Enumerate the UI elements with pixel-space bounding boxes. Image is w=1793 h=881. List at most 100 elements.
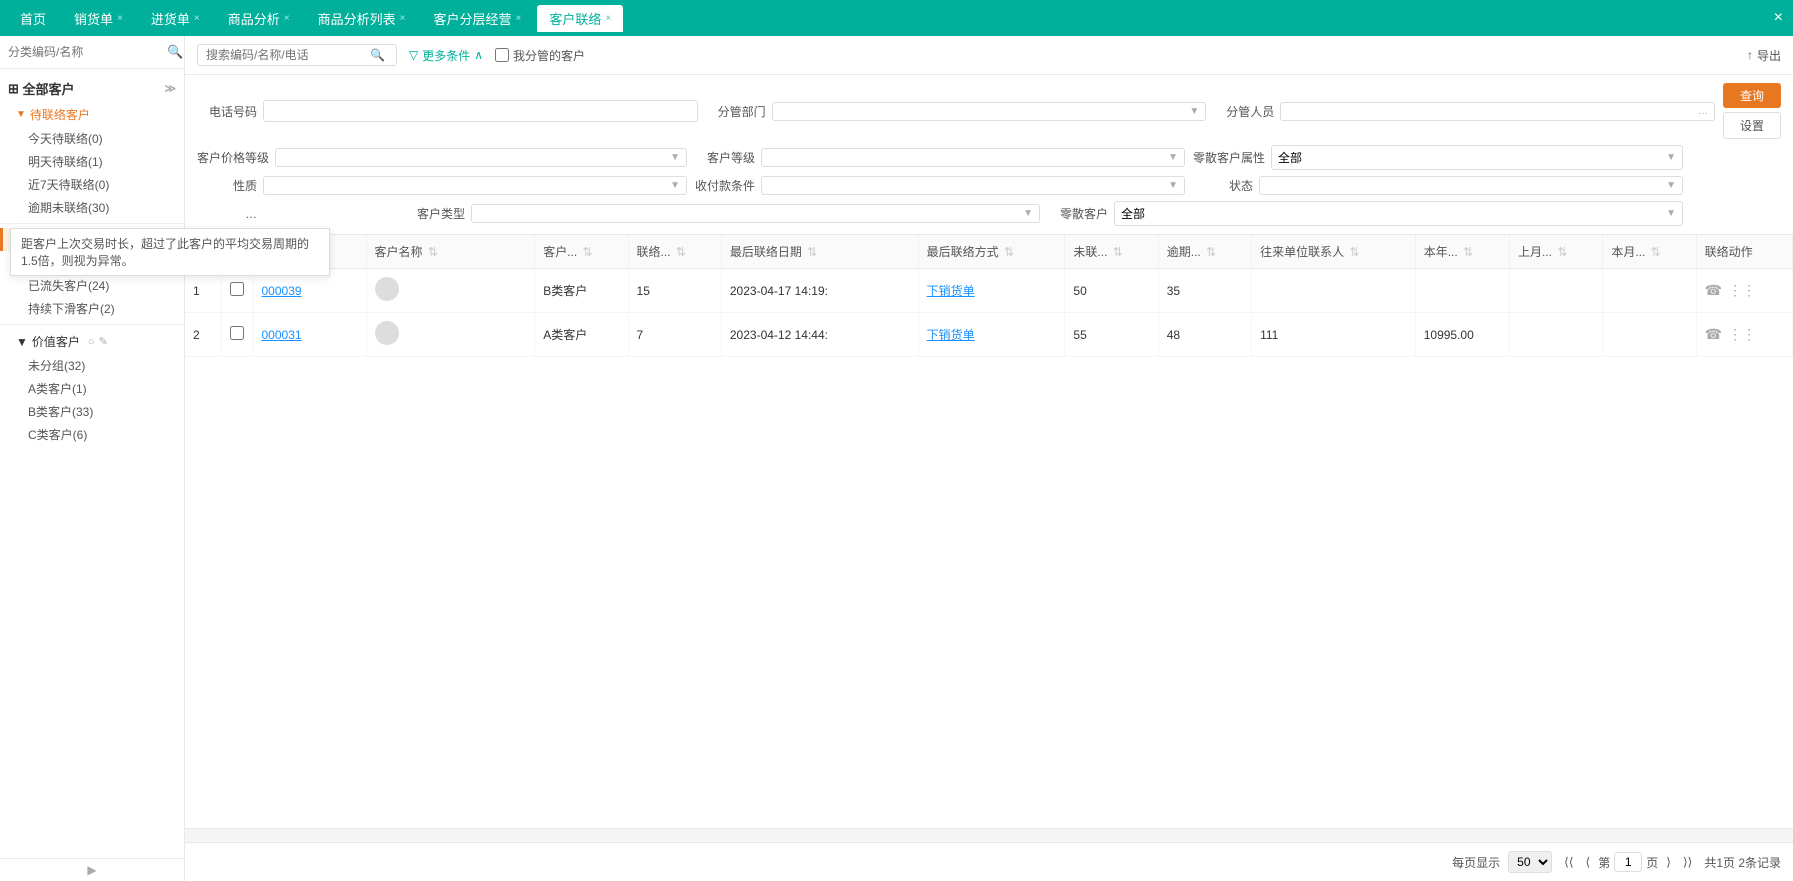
tab-sales-close[interactable]: × (117, 13, 123, 24)
tooltip-text: 距客户上次交易时长，超过了此客户的平均交易周期的1.5倍，则视为异常。 (185, 237, 309, 268)
edit-icon[interactable]: ○ (88, 336, 95, 348)
filter-row-4: … 客户类型 ▼ 零散客户 全部 ▼ (197, 201, 1781, 226)
col-overdue-sort[interactable]: ⇅ (1206, 245, 1216, 259)
tab-product-list-close[interactable]: × (400, 13, 406, 24)
col-no-contact-sort[interactable]: ⇅ (1113, 245, 1123, 259)
sidebar-body: ⊞ 全部客户 ≫ ▼ 待联络客户 今天待联络(0) 明天待联络(1) 近7天待联… (0, 69, 184, 858)
scatter-customer-select[interactable]: 全部 ▼ (1114, 201, 1683, 226)
sidebar-collapse-icon[interactable]: ≫ (164, 82, 176, 95)
sidebar-all-customers[interactable]: ⊞ 全部客户 ≫ (0, 75, 184, 102)
col-last-month-sort[interactable]: ⇅ (1557, 245, 1567, 259)
tab-purchase[interactable]: 进货单 × (139, 5, 212, 32)
row1-phone-icon[interactable]: ☎ (1705, 282, 1722, 299)
manager-select[interactable]: … (1280, 102, 1715, 121)
sidebar-item-class-b[interactable]: B类客户(33) (0, 400, 184, 423)
hscroll-inner (185, 829, 1793, 830)
sidebar-search-input[interactable] (8, 45, 163, 59)
sidebar-item-class-a[interactable]: A类客户(1) (0, 377, 184, 400)
row1-more-icon[interactable]: ⋮⋮ (1728, 282, 1756, 299)
sidebar-item-today[interactable]: 今天待联络(0) (0, 127, 184, 150)
close-all-button[interactable]: × (1774, 9, 1783, 27)
manager-select-arrow: … (1698, 106, 1708, 117)
col-type-label: 客户... (543, 245, 577, 259)
row2-last-method[interactable]: 下销货单 (918, 313, 1065, 357)
dept-select[interactable]: ▼ (772, 102, 1207, 121)
col-name-sort[interactable]: ⇅ (428, 245, 438, 259)
filter-row-3: 性质 ▼ 收付款条件 ▼ 状态 (197, 176, 1781, 195)
filter-row-2: 客户价格等级 ▼ 客户等级 ▼ 零散客户属性 全部 (197, 145, 1781, 170)
row2-avatar (375, 321, 399, 345)
tab-customer-contact-close[interactable]: × (605, 13, 611, 24)
sidebar-pending-contact[interactable]: ▼ 待联络客户 (0, 102, 184, 127)
row2-code[interactable]: 000031 (253, 313, 366, 357)
row2-checkbox[interactable] (221, 313, 253, 357)
settings-icon[interactable]: ✎ (99, 335, 108, 348)
more-conditions-button[interactable]: ▽ 更多条件 ∧ (409, 47, 483, 64)
sidebar-item-declining[interactable]: 持续下滑客户(2) (0, 297, 184, 320)
tab-product-analysis-close[interactable]: × (284, 13, 290, 24)
status-select[interactable]: ▼ (1259, 176, 1683, 195)
row2-phone-icon[interactable]: ☎ (1705, 326, 1722, 343)
sidebar-item-class-c[interactable]: C类客户(6) (0, 423, 184, 446)
tab-customer-segment-close[interactable]: × (515, 13, 521, 24)
page-prev-button[interactable]: ⟨ (1582, 853, 1595, 871)
nature-arrow: ▼ (670, 180, 680, 191)
row2-check[interactable] (230, 326, 244, 340)
row2-more-icon[interactable]: ⋮⋮ (1728, 326, 1756, 343)
scatter-attr-select[interactable]: 全部 ▼ (1271, 145, 1683, 170)
col-last-date-sort[interactable]: ⇅ (807, 245, 817, 259)
col-company-sort[interactable]: ⇅ (1349, 245, 1359, 259)
sidebar-item-tomorrow[interactable]: 明天待联络(1) (0, 150, 184, 173)
payment-select[interactable]: ▼ (761, 176, 1185, 195)
sidebar-value-customers[interactable]: ▼ 价值客户 ○ ✎ (0, 329, 184, 354)
page-next-button[interactable]: ⟩ (1662, 853, 1675, 871)
row1-check[interactable] (230, 282, 244, 296)
sidebar-item-lost[interactable]: 已流失客户(24) (0, 274, 184, 297)
tab-product-list[interactable]: 商品分析列表 × (306, 5, 418, 32)
lost-label: 已流失客户(24) (28, 279, 109, 293)
sidebar-item-overdue[interactable]: 逾期未联络(30) (0, 196, 184, 219)
top-nav: 首页 销货单 × 进货单 × 商品分析 × 商品分析列表 × 客户分层经营 × … (0, 0, 1793, 36)
sidebar-item-ungroup[interactable]: 未分组(32) (0, 354, 184, 377)
page-first-button[interactable]: ⟨⟨ (1560, 853, 1577, 871)
page-last-button[interactable]: ⟩⟩ (1679, 853, 1696, 871)
col-this-month-sort[interactable]: ⇅ (1651, 245, 1661, 259)
col-type-sort[interactable]: ⇅ (583, 245, 593, 259)
sidebar-bottom-arrow[interactable]: ▶ (0, 858, 184, 881)
row2-method-link[interactable]: 下销货单 (927, 328, 975, 342)
tab-customer-contact[interactable]: 客户联络 × (537, 5, 623, 32)
tomorrow-label: 明天待联络(1) (28, 155, 103, 169)
page-input[interactable] (1614, 852, 1642, 872)
export-button[interactable]: ↑ 导出 (1747, 47, 1781, 64)
col-last-method-sort[interactable]: ⇅ (1004, 245, 1014, 259)
tab-product-analysis[interactable]: 商品分析 × (216, 5, 302, 32)
row1-method-link[interactable]: 下销货单 (927, 284, 975, 298)
filter-search-input[interactable] (206, 48, 366, 62)
sidebar-item-7days[interactable]: 近7天待联络(0) (0, 173, 184, 196)
customer-level-select[interactable]: ▼ (761, 148, 1185, 167)
customer-type-select[interactable]: ▼ (471, 204, 1040, 223)
col-overdue: 逾期... ⇅ (1158, 235, 1251, 269)
my-customers-checkbox[interactable]: 我分管的客户 (495, 47, 585, 64)
my-customers-input[interactable] (495, 48, 509, 62)
col-contact: 联络... ⇅ (628, 235, 721, 269)
tab-purchase-close[interactable]: × (194, 13, 200, 24)
row1-this-year (1415, 269, 1509, 313)
row1-last-method[interactable]: 下销货单 (918, 269, 1065, 313)
col-contact-sort[interactable]: ⇅ (676, 245, 686, 259)
per-page-select[interactable]: 50 (1508, 851, 1552, 873)
tab-customer-segment[interactable]: 客户分层经营 × (421, 5, 533, 32)
phone-input[interactable] (263, 100, 698, 122)
price-level-select[interactable]: ▼ (275, 148, 687, 167)
col-this-year-sort[interactable]: ⇅ (1463, 245, 1473, 259)
settings-button[interactable]: 设置 (1723, 112, 1781, 139)
table-hscrollbar[interactable] (185, 828, 1793, 842)
col-last-date-label: 最后联络日期 (730, 245, 802, 259)
row2-code-link[interactable]: 000031 (262, 328, 302, 342)
row1-code-link[interactable]: 000039 (262, 284, 302, 298)
table-scroll[interactable]: ⚙ 客户编码 ⇅ 客户名称 ⇅ (185, 235, 1793, 828)
query-button[interactable]: 查询 (1723, 83, 1781, 108)
nature-select[interactable]: ▼ (263, 176, 687, 195)
tab-home[interactable]: 首页 (8, 5, 58, 32)
tab-sales[interactable]: 销货单 × (62, 5, 135, 32)
